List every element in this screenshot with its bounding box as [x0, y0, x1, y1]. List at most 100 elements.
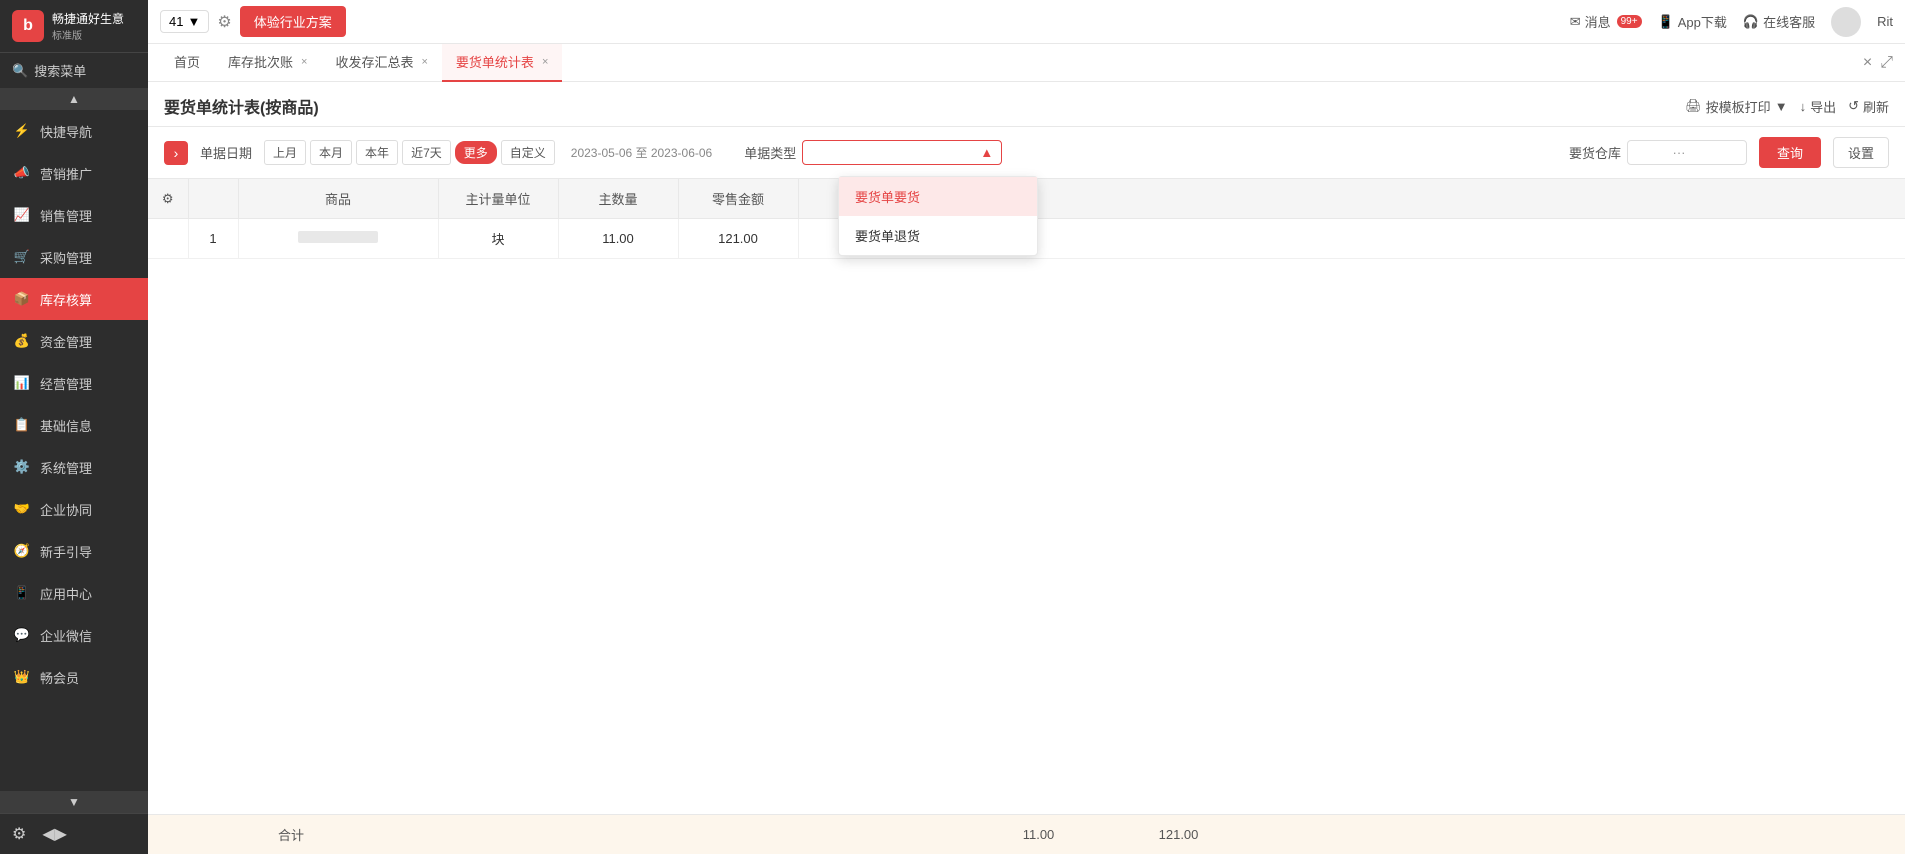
operations-icon: 📊 — [12, 373, 32, 393]
sidebar-item-purchase[interactable]: 🛒 采购管理 — [0, 236, 148, 278]
finance-icon: 💰 — [12, 331, 32, 351]
messages-label: 消息 — [1585, 12, 1611, 31]
footer-label: 合计 — [270, 825, 304, 844]
company-dropdown[interactable]: 41 ▼ — [160, 10, 209, 33]
filter-toggle[interactable]: › — [164, 141, 188, 165]
sidebar-item-system[interactable]: ⚙️ 系统管理 — [0, 446, 148, 488]
system-icon: ⚙️ — [12, 457, 32, 477]
export-action[interactable]: ↓ 导出 — [1800, 97, 1837, 116]
sidebar-item-wechat[interactable]: 💬 企业微信 — [0, 614, 148, 656]
quicknav-icon: ⚡ — [12, 121, 32, 141]
export-icon: ↓ — [1800, 99, 1807, 114]
logo: b 畅捷通好生意 标准版 — [0, 0, 148, 53]
th-amount: 零售金额 — [678, 179, 798, 219]
window-close-btn[interactable]: × — [1863, 54, 1872, 72]
nav-label: 企业微信 — [40, 626, 92, 645]
nav-label: 资金管理 — [40, 332, 92, 351]
dropdown-item-return[interactable]: 要货单退货 — [839, 216, 1037, 255]
sidebar-item-inventory[interactable]: 📦 库存核算 — [0, 278, 148, 320]
nav-label: 应用中心 — [40, 584, 92, 603]
base-icon: 📋 — [12, 415, 32, 435]
app-download-item[interactable]: 📱 App下载 — [1658, 12, 1727, 31]
filter-warehouse-group: 要货仓库 ··· — [1569, 140, 1747, 165]
message-icon: ✉ — [1570, 14, 1581, 30]
tab-order-stats-label: 要货单统计表 — [456, 52, 534, 71]
th-settings[interactable]: ⚙ — [148, 179, 188, 219]
warehouse-select-text — [1636, 145, 1669, 160]
refresh-label: 刷新 — [1863, 97, 1889, 116]
company-value: 41 — [169, 14, 183, 29]
type-select[interactable]: ▲ — [802, 140, 1002, 165]
sidebar-item-appcenter[interactable]: 📱 应用中心 — [0, 572, 148, 614]
print-action[interactable]: 🖨 按模板打印 ▼ — [1685, 97, 1787, 116]
sidebar-search[interactable]: 🔍 搜索菜单 — [0, 53, 148, 88]
dropdown-item-order[interactable]: 要货单要货 — [839, 177, 1037, 216]
sidebar-item-enterprise[interactable]: 🤝 企业协同 — [0, 488, 148, 530]
footer-quantity: 11.00 — [979, 827, 1099, 842]
online-service-item[interactable]: 🎧 在线客服 — [1743, 12, 1815, 31]
tab-batch-label: 库存批次账 — [228, 52, 293, 71]
user-name: Rit — [1877, 14, 1893, 29]
sidebar-nav: ⚡ 快捷导航 📣 营销推广 📈 销售管理 🛒 采购管理 📦 库存核算 💰 资金管… — [0, 110, 148, 791]
type-label: 单据类型 — [744, 143, 796, 162]
nav-label: 基础信息 — [40, 416, 92, 435]
sidebar-item-base[interactable]: 📋 基础信息 — [0, 404, 148, 446]
sidebar-item-marketing[interactable]: 📣 营销推广 — [0, 152, 148, 194]
th-quantity: 主数量 — [558, 179, 678, 219]
export-label: 导出 — [1810, 97, 1836, 116]
sidebar-item-quicknav[interactable]: ⚡ 快捷导航 — [0, 110, 148, 152]
query-btn[interactable]: 查询 — [1759, 137, 1821, 168]
window-expand-btn[interactable]: ⤢ — [1880, 54, 1893, 72]
page-title: 要货单统计表(按商品) — [164, 94, 319, 118]
nav-label: 库存核算 — [40, 290, 92, 309]
date-btn-custom[interactable]: 自定义 — [501, 140, 555, 165]
logo-text: 畅捷通好生意 标准版 — [52, 10, 124, 42]
date-btn-last-month[interactable]: 上月 — [264, 140, 306, 165]
cell-quantity: 11.00 — [558, 219, 678, 259]
sidebar-item-finance[interactable]: 💰 资金管理 — [0, 320, 148, 362]
settings-btn[interactable]: 设置 — [1833, 137, 1889, 168]
inventory-icon: 📦 — [12, 289, 32, 309]
tab-order-stats-close[interactable]: × — [542, 56, 548, 68]
settings-icon[interactable]: ⚙ — [12, 824, 26, 844]
date-btn-this-month[interactable]: 本月 — [310, 140, 352, 165]
date-btn-more[interactable]: 更多 — [455, 141, 497, 164]
tab-batch[interactable]: 库存批次账 × — [214, 44, 321, 82]
cell-unit: 块 — [438, 219, 558, 259]
messages-item[interactable]: ✉ 消息 99+ — [1570, 12, 1642, 31]
collapse-icon[interactable]: ◀▶ — [42, 824, 67, 844]
tab-order-stats[interactable]: 要货单统计表 × — [442, 44, 562, 82]
date-label: 单据日期 — [200, 143, 252, 162]
filter-area: › 单据日期 上月 本月 本年 近7天 更多 自定义 2023-05-06 至 … — [148, 127, 1905, 179]
sidebar-item-member[interactable]: 👑 畅会员 — [0, 656, 148, 698]
enterprise-icon: 🤝 — [12, 499, 32, 519]
industry-btn[interactable]: 体验行业方案 — [240, 6, 346, 37]
purchase-icon: 🛒 — [12, 247, 32, 267]
topbar-gear-icon[interactable]: ⚙ — [217, 12, 231, 32]
date-btn-7days[interactable]: 近7天 — [402, 140, 451, 165]
search-icon: 🔍 — [12, 63, 28, 79]
refresh-action[interactable]: ↺ 刷新 — [1848, 97, 1889, 116]
column-settings-icon: ⚙ — [162, 191, 174, 206]
nav-label: 畅会员 — [40, 668, 79, 687]
sidebar-item-guide[interactable]: 🧭 新手引导 — [0, 530, 148, 572]
guide-icon: 🧭 — [12, 541, 32, 561]
sidebar-item-operations[interactable]: 📊 经营管理 — [0, 362, 148, 404]
tab-home[interactable]: 首页 — [160, 44, 214, 82]
tab-collect-close[interactable]: × — [421, 56, 427, 68]
logo-icon: b — [12, 10, 44, 42]
main: 41 ▼ ⚙ 体验行业方案 ✉ 消息 99+ 📱 App下载 🎧 在线客服 Ri… — [148, 0, 1905, 854]
tab-batch-close[interactable]: × — [301, 56, 307, 68]
table-footer: 合计 11.00 121.00 — [148, 814, 1905, 854]
date-btn-this-year[interactable]: 本年 — [356, 140, 398, 165]
warehouse-select[interactable]: ··· — [1627, 140, 1747, 165]
tab-collect[interactable]: 收发存汇总表 × — [321, 44, 441, 82]
cell-checkbox — [148, 219, 188, 259]
nav-label: 企业协同 — [40, 500, 92, 519]
sidebar-scroll-down[interactable]: ▼ — [0, 791, 148, 813]
online-service-label: 在线客服 — [1763, 12, 1815, 31]
topbar: 41 ▼ ⚙ 体验行业方案 ✉ 消息 99+ 📱 App下载 🎧 在线客服 Ri… — [148, 0, 1905, 44]
sidebar-item-sales[interactable]: 📈 销售管理 — [0, 194, 148, 236]
sidebar-scroll-up[interactable]: ▲ — [0, 88, 148, 110]
user-avatar[interactable] — [1831, 7, 1861, 37]
